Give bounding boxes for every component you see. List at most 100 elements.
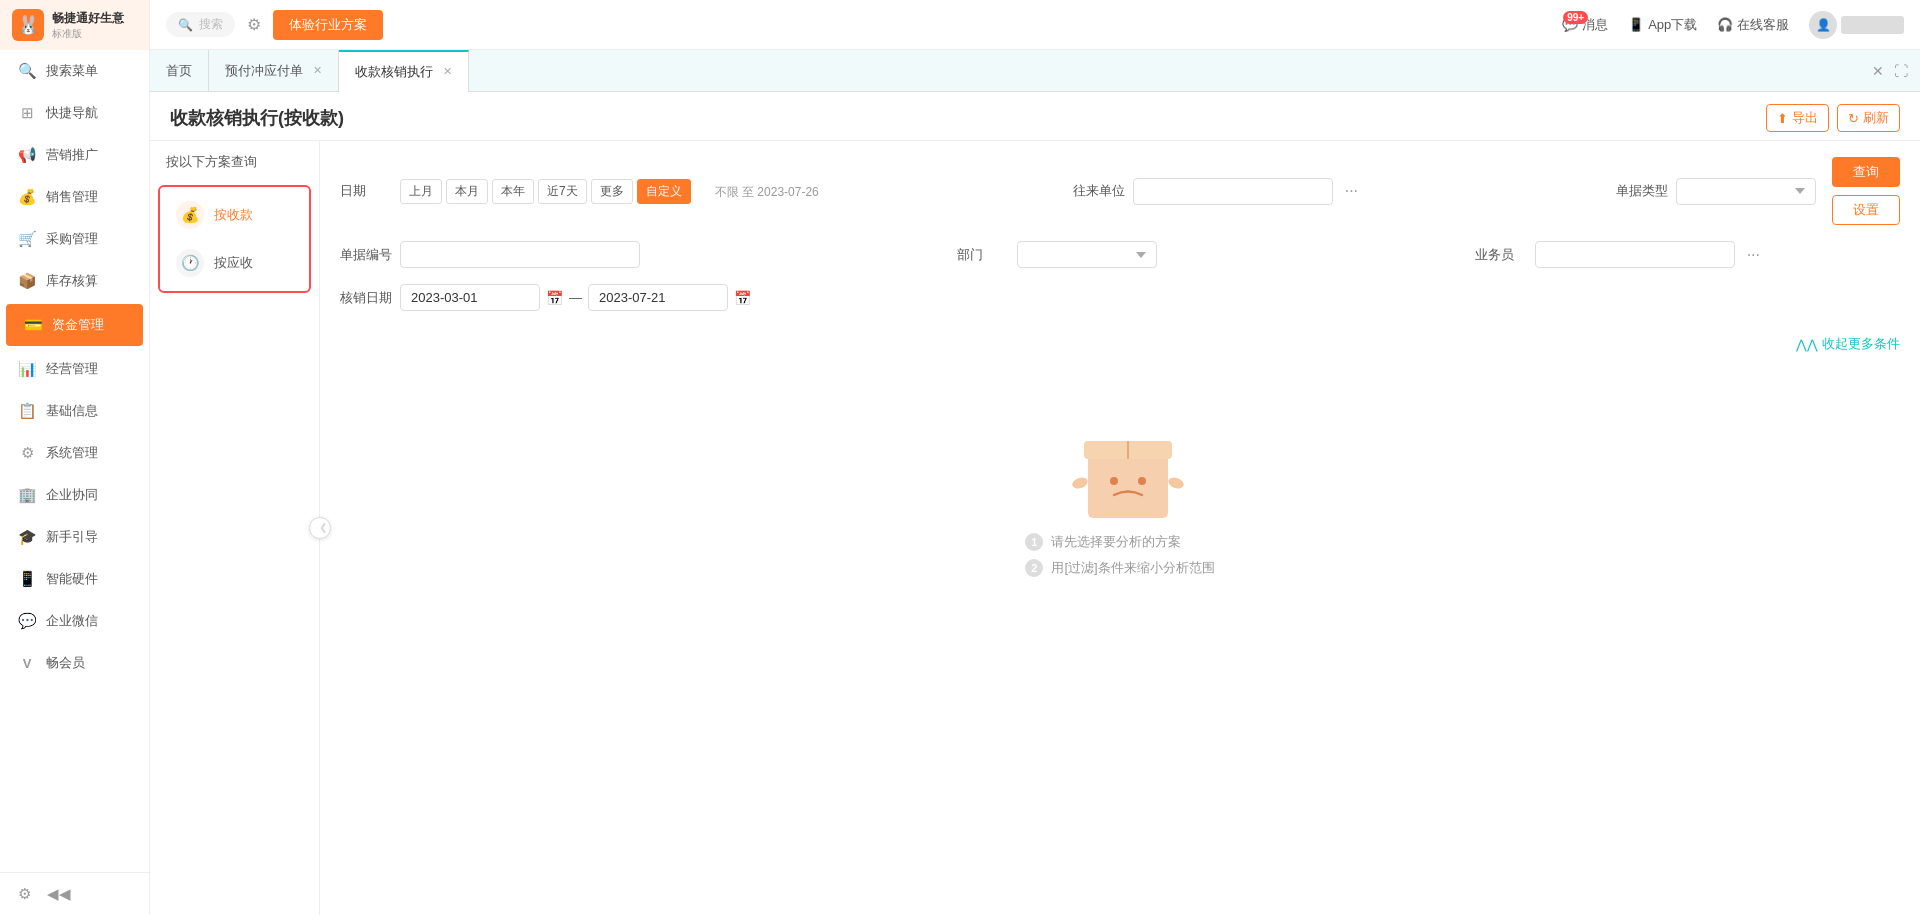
sidebar-item-marketing[interactable]: 📢 营销推广 bbox=[0, 134, 149, 176]
tab-close-all-btn[interactable]: ✕ bbox=[1868, 59, 1888, 83]
counterpart-dots-btn[interactable]: ··· bbox=[1341, 182, 1362, 200]
purchase-icon: 🛒 bbox=[18, 230, 36, 248]
refresh-btn[interactable]: ↻ 刷新 bbox=[1837, 104, 1900, 132]
salesperson-input[interactable] bbox=[1535, 241, 1735, 268]
cal-end-icon[interactable]: 📅 bbox=[734, 290, 751, 306]
sidebar-logo: 🐰 畅捷通好生意 标准版 bbox=[0, 0, 149, 50]
empty-text: 1 请先选择要分析的方案 2 用[过滤]条件来缩小分析范围 bbox=[1025, 533, 1214, 585]
topbar-right: 💬 99+ 消息 📱 App下载 🎧 在线客服 👤 Rit bbox=[1562, 11, 1904, 39]
department-field: 部门 bbox=[957, 241, 1157, 268]
prev-month-btn[interactable]: 上月 bbox=[400, 179, 442, 204]
sidebar-nav: 🔍 搜索菜单 ⊞ 快捷导航 📢 营销推广 💰 销售管理 🛒 采购管理 📦 库存核… bbox=[0, 50, 149, 872]
topbar-gear-icon[interactable]: ⚙ bbox=[247, 15, 261, 34]
sidebar-item-finance[interactable]: 💳 资金管理 bbox=[6, 304, 143, 346]
receipt-icon: 💰 bbox=[176, 201, 204, 229]
sidebar-item-wechat[interactable]: 💬 企业微信 bbox=[0, 600, 149, 642]
doc-type-select[interactable] bbox=[1676, 178, 1816, 205]
step-1-circle: 1 bbox=[1025, 533, 1043, 551]
user-profile[interactable]: 👤 Rit bbox=[1809, 11, 1904, 39]
filter-sidebar-collapse-btn[interactable]: 《 bbox=[309, 517, 331, 539]
tab-prepay-label: 预付冲应付单 bbox=[225, 62, 303, 80]
message-btn[interactable]: 💬 99+ 消息 bbox=[1562, 16, 1608, 34]
sidebar-item-inventory[interactable]: 📦 库存核算 bbox=[0, 260, 149, 302]
query-row-3: 核销日期 📅 — 📅 bbox=[340, 284, 1900, 311]
logo-icon: 🐰 bbox=[12, 9, 44, 41]
empty-step-1: 1 请先选择要分析的方案 bbox=[1025, 533, 1214, 551]
collapse-more-btn[interactable]: ⋀⋀ 收起更多条件 bbox=[1796, 335, 1900, 353]
main-content: 🔍 搜索 ⚙ 体验行业方案 💬 99+ 消息 📱 App下载 🎧 在线客服 bbox=[150, 0, 1920, 915]
app-download-btn[interactable]: 📱 App下载 bbox=[1628, 16, 1697, 34]
this-month-btn[interactable]: 本月 bbox=[446, 179, 488, 204]
query-row-1: 日期 上月 本月 本年 近7天 更多 自定义 不限 至 2023-07-26 bbox=[340, 157, 1900, 225]
svg-point-6 bbox=[1167, 476, 1185, 491]
page-area: 收款核销执行(按收款) ⬆ 导出 ↻ 刷新 按以下方案查询 bbox=[150, 92, 1920, 915]
collapse-sidebar-icon[interactable]: ◀◀ bbox=[47, 885, 71, 903]
online-service-btn[interactable]: 🎧 在线客服 bbox=[1717, 16, 1789, 34]
tab-prepay[interactable]: 预付冲应付单 ✕ bbox=[209, 50, 339, 92]
last-7-days-btn[interactable]: 近7天 bbox=[538, 179, 587, 204]
export-btn[interactable]: ⬆ 导出 bbox=[1766, 104, 1829, 132]
export-icon: ⬆ bbox=[1777, 111, 1788, 126]
tab-home-label: 首页 bbox=[166, 62, 192, 80]
department-select[interactable] bbox=[1017, 241, 1157, 268]
cal-start-icon[interactable]: 📅 bbox=[546, 290, 563, 306]
topbar-search[interactable]: 🔍 搜索 bbox=[166, 12, 235, 37]
doc-number-label: 单据编号 bbox=[340, 246, 392, 264]
message-badge: 99+ bbox=[1563, 11, 1588, 24]
industry-btn[interactable]: 体验行业方案 bbox=[273, 10, 383, 40]
sidebar-item-member[interactable]: V 畅会员 bbox=[0, 642, 149, 684]
sidebar-item-search[interactable]: 🔍 搜索菜单 bbox=[0, 50, 149, 92]
counterpart-input[interactable] bbox=[1133, 178, 1333, 205]
sidebar-item-enterprise[interactable]: 🏢 企业协同 bbox=[0, 474, 149, 516]
write-off-date-end-input[interactable] bbox=[588, 284, 728, 311]
write-off-date-field: 核销日期 📅 — 📅 bbox=[340, 284, 751, 311]
receivable-icon: 🕐 bbox=[176, 249, 204, 277]
sidebar-item-hardware[interactable]: 📱 智能硬件 bbox=[0, 558, 149, 600]
enterprise-icon: 🏢 bbox=[18, 486, 36, 504]
tab-write-off-close[interactable]: ✕ bbox=[443, 65, 452, 78]
write-off-date-start-input[interactable] bbox=[400, 284, 540, 311]
salesperson-dots-btn[interactable]: ··· bbox=[1743, 246, 1764, 264]
empty-step-2: 2 用[过滤]条件来缩小分析范围 bbox=[1025, 559, 1214, 577]
query-btn[interactable]: 查询 bbox=[1832, 157, 1900, 187]
page-header: 收款核销执行(按收款) ⬆ 导出 ↻ 刷新 bbox=[150, 92, 1920, 141]
salesperson-label: 业务员 bbox=[1475, 246, 1527, 264]
empty-illustration bbox=[1070, 413, 1170, 513]
member-icon: V bbox=[18, 656, 36, 671]
svg-rect-0 bbox=[1088, 453, 1168, 518]
sidebar-item-purchase[interactable]: 🛒 采购管理 bbox=[0, 218, 149, 260]
filter-option-by-receivable[interactable]: 🕐 按应收 bbox=[160, 239, 309, 287]
sidebar-item-business[interactable]: 📊 经营管理 bbox=[0, 348, 149, 390]
tab-prepay-close[interactable]: ✕ bbox=[313, 64, 322, 77]
tab-expand-btn[interactable]: ⛶ bbox=[1890, 59, 1912, 83]
filter-option-by-receipt[interactable]: 💰 按收款 bbox=[160, 191, 309, 239]
chevron-up-icon: ⋀⋀ bbox=[1796, 337, 1818, 352]
doc-type-label: 单据类型 bbox=[1616, 182, 1668, 200]
doc-number-input[interactable] bbox=[400, 241, 640, 268]
message-badge-wrap: 💬 99+ bbox=[1562, 17, 1578, 32]
sales-icon: 💰 bbox=[18, 188, 36, 206]
tab-write-off-label: 收款核销执行 bbox=[355, 63, 433, 81]
sidebar-item-guide[interactable]: 🎓 新手引导 bbox=[0, 516, 149, 558]
sidebar: 🐰 畅捷通好生意 标准版 🔍 搜索菜单 ⊞ 快捷导航 📢 营销推广 💰 销售管理… bbox=[0, 0, 150, 915]
tab-home[interactable]: 首页 bbox=[150, 50, 209, 92]
this-year-btn[interactable]: 本年 bbox=[492, 179, 534, 204]
sidebar-item-system[interactable]: ⚙ 系统管理 bbox=[0, 432, 149, 474]
settings-footer-icon[interactable]: ⚙ bbox=[18, 885, 31, 903]
wechat-icon: 💬 bbox=[18, 612, 36, 630]
settings-btn[interactable]: 设置 bbox=[1832, 195, 1900, 225]
marketing-icon: 📢 bbox=[18, 146, 36, 164]
filter-options-border: 💰 按收款 🕐 按应收 bbox=[158, 185, 311, 293]
headset-icon: 🎧 bbox=[1717, 17, 1733, 32]
logo-text: 畅捷通好生意 标准版 bbox=[52, 10, 124, 41]
range-sep: — bbox=[569, 290, 582, 305]
home-icon: ⊞ bbox=[18, 104, 36, 122]
tab-write-off[interactable]: 收款核销执行 ✕ bbox=[339, 50, 469, 92]
custom-btn[interactable]: 自定义 bbox=[637, 179, 691, 204]
tabbar-controls: ✕ ⛶ bbox=[1860, 59, 1920, 83]
sidebar-item-quick-nav[interactable]: ⊞ 快捷导航 bbox=[0, 92, 149, 134]
svg-point-3 bbox=[1110, 477, 1118, 485]
sidebar-item-sales[interactable]: 💰 销售管理 bbox=[0, 176, 149, 218]
more-btn[interactable]: 更多 bbox=[591, 179, 633, 204]
sidebar-item-basic-info[interactable]: 📋 基础信息 bbox=[0, 390, 149, 432]
